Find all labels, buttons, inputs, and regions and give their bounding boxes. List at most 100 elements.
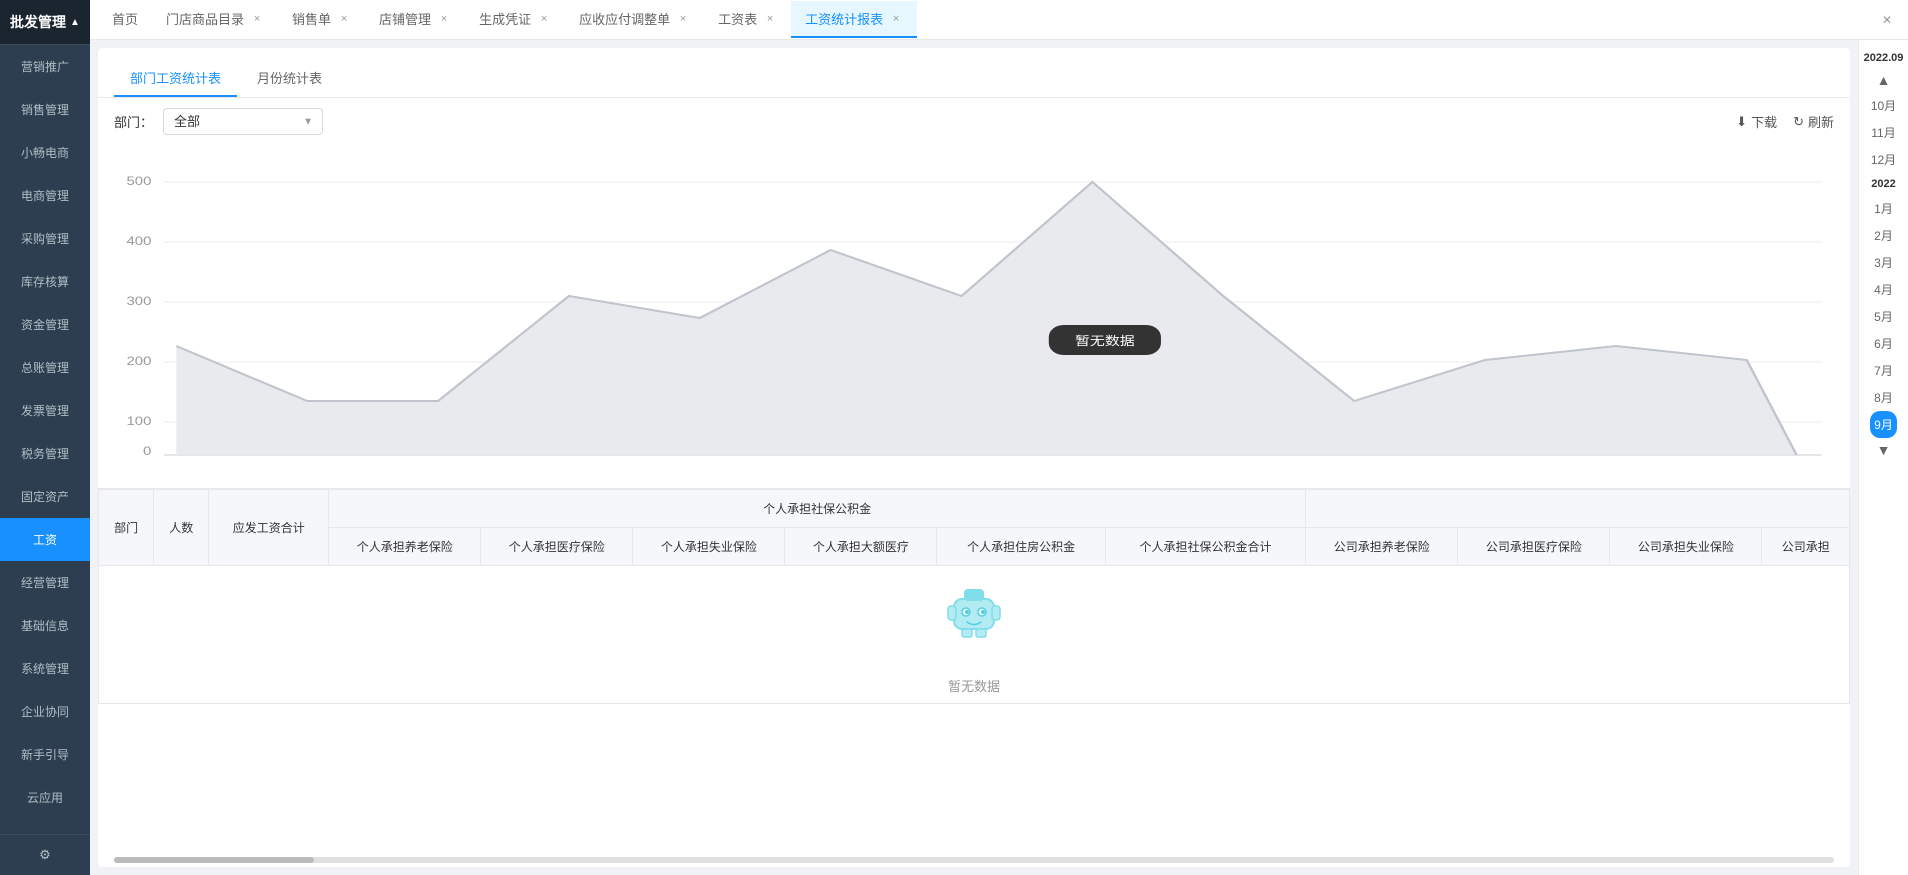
svg-text:400: 400: [126, 234, 151, 247]
tabs-container: 首页门店商品目录×销售单×店铺管理×生成凭证×应收应付调整单×工资表×工资统计报…: [98, 1, 917, 38]
svg-text:300: 300: [126, 294, 151, 307]
tab-close-销售单[interactable]: ×: [337, 12, 351, 26]
chart-svg: 500 400 300 200 100 0: [114, 155, 1834, 475]
tab-首页[interactable]: 首页: [98, 1, 152, 38]
sidebar-item-总账管理[interactable]: 总账管理: [0, 346, 90, 389]
timeline-6月[interactable]: 6月: [1866, 330, 1901, 357]
dept-select[interactable]: 全部: [163, 108, 323, 135]
sidebar-item-系统管理[interactable]: 系统管理: [0, 647, 90, 690]
timeline-1月[interactable]: 1月: [1866, 195, 1901, 222]
sidebar-item-发票管理[interactable]: 发票管理: [0, 389, 90, 432]
chart-area: 500 400 300 200 100 0: [98, 145, 1850, 488]
tab-工资表[interactable]: 工资表×: [704, 1, 791, 38]
sidebar-item-销售管理[interactable]: 销售管理: [0, 88, 90, 131]
tab-应收应付调整单[interactable]: 应收应付调整单×: [565, 1, 704, 38]
download-button[interactable]: ⬇ 下载: [1736, 112, 1777, 131]
sidebar-item-营销推广[interactable]: 营销推广: [0, 45, 90, 88]
timeline-5月[interactable]: 5月: [1866, 303, 1901, 330]
sidebar-collapse-icon: ▲: [70, 17, 80, 28]
tab-close-应收应付调整单[interactable]: ×: [676, 12, 690, 26]
sidebar-item-经营管理[interactable]: 经营管理: [0, 561, 90, 604]
table-area[interactable]: 部门 人数 应发工资合计 个人承担社保公积金 个人承担养老保险 个人承担医疗保险…: [98, 488, 1850, 853]
timeline-entries: 10月11月12月20221月2月3月4月5月6月7月8月9月: [1866, 92, 1901, 438]
tab-销售单[interactable]: 销售单×: [278, 1, 365, 38]
timeline-down-nav[interactable]: ▼: [1873, 438, 1895, 462]
svg-text:200: 200: [126, 354, 151, 367]
tab-门店商品目录[interactable]: 门店商品目录×: [152, 1, 278, 38]
timeline-7月[interactable]: 7月: [1866, 357, 1901, 384]
svg-text:100: 100: [126, 414, 151, 427]
toolbar-right: ⬇ 下载 ↻ 刷新: [1736, 112, 1834, 131]
tab-bar: 首页门店商品目录×销售单×店铺管理×生成凭证×应收应付调整单×工资表×工资统计报…: [90, 0, 1908, 40]
empty-state-icon: [934, 574, 1014, 654]
no-data-text: 暂无数据: [107, 676, 1841, 695]
sidebar-item-小畅电商[interactable]: 小畅电商: [0, 131, 90, 174]
sidebar-item-采购管理[interactable]: 采购管理: [0, 217, 90, 260]
table-header: 部门 人数 应发工资合计 个人承担社保公积金 个人承担养老保险 个人承担医疗保险…: [99, 490, 1850, 566]
col-c-medical: 公司承担医疗保险: [1458, 528, 1610, 566]
close-all-icon: ✕: [1882, 13, 1892, 27]
col-c-unemploy: 公司承担失业保险: [1610, 528, 1762, 566]
sidebar-item-基础信息[interactable]: 基础信息: [0, 604, 90, 647]
tab-close-门店商品目录[interactable]: ×: [250, 12, 264, 26]
timeline-top-label: 2022.09: [1859, 48, 1908, 68]
svg-text:暂无数据: 暂无数据: [1075, 334, 1135, 347]
col-personal-social: 个人承担社保公积金: [329, 490, 1306, 528]
right-timeline-panel: 2022.09 ▲ 10月11月12月20221月2月3月4月5月6月7月8月9…: [1858, 40, 1908, 875]
tab-close-工资表[interactable]: ×: [763, 12, 777, 26]
tab-close-店铺管理[interactable]: ×: [437, 12, 451, 26]
col-p-pension: 个人承担养老保险: [329, 528, 481, 566]
settings-icon: ⚙: [39, 847, 51, 862]
col-total-wage: 应发工资合计: [209, 490, 329, 566]
tab-month-stat[interactable]: 月份统计表: [241, 60, 338, 97]
sidebar-settings[interactable]: ⚙: [0, 834, 90, 875]
timeline-9月[interactable]: 9月: [1870, 411, 1897, 438]
sidebar-item-电商管理[interactable]: 电商管理: [0, 174, 90, 217]
tab-店铺管理[interactable]: 店铺管理×: [365, 1, 465, 38]
tab-工资统计报表[interactable]: 工资统计报表×: [791, 1, 917, 38]
refresh-button[interactable]: ↻ 刷新: [1793, 112, 1834, 131]
timeline-up-nav[interactable]: ▲: [1873, 68, 1895, 92]
tab-dept-stat[interactable]: 部门工资统计表: [114, 60, 237, 97]
sidebar-item-资金管理[interactable]: 资金管理: [0, 303, 90, 346]
sidebar-header[interactable]: 批发管理 ▲: [0, 0, 90, 45]
col-company-social: [1306, 490, 1850, 528]
sidebar-item-库存核算[interactable]: 库存核算: [0, 260, 90, 303]
sidebar-title: 批发管理: [10, 12, 66, 32]
data-table: 部门 人数 应发工资合计 个人承担社保公积金 个人承担养老保险 个人承担医疗保险…: [98, 489, 1850, 704]
sidebar-item-云应用[interactable]: 云应用: [0, 776, 90, 819]
sidebar: 批发管理 ▲ 营销推广销售管理小畅电商电商管理采购管理库存核算资金管理总账管理发…: [0, 0, 90, 875]
timeline-8月[interactable]: 8月: [1866, 384, 1901, 411]
timeline-12月[interactable]: 12月: [1866, 146, 1901, 173]
inner-panel: 部门工资统计表 月份统计表 部门： 全部 ▼: [98, 48, 1850, 867]
sidebar-item-企业协同[interactable]: 企业协同: [0, 690, 90, 733]
toolbar: 部门： 全部 ▼ ⬇ 下载 ↻ 刷新: [98, 98, 1850, 145]
col-p-unemploy: 个人承担失业保险: [633, 528, 785, 566]
col-c-pension: 公司承担养老保险: [1306, 528, 1458, 566]
toolbar-left: 部门： 全部 ▼: [114, 108, 323, 135]
tab-生成凭证[interactable]: 生成凭证×: [465, 1, 565, 38]
close-all-tabs[interactable]: ✕: [1874, 9, 1900, 31]
timeline-3月[interactable]: 3月: [1866, 249, 1901, 276]
svg-text:0: 0: [143, 444, 151, 457]
table-body: 暂无数据: [99, 566, 1850, 704]
scroll-thumb: [114, 857, 314, 863]
timeline-4月[interactable]: 4月: [1866, 276, 1901, 303]
col-p-major-medical: 个人承担大额医疗: [785, 528, 937, 566]
timeline-2022[interactable]: 2022: [1866, 173, 1901, 195]
sidebar-items-container: 营销推广销售管理小畅电商电商管理采购管理库存核算资金管理总账管理发票管理税务管理…: [0, 45, 90, 819]
scroll-indicator[interactable]: [114, 857, 1834, 863]
tab-close-生成凭证[interactable]: ×: [537, 12, 551, 26]
svg-text:500: 500: [126, 174, 151, 187]
col-count: 人数: [154, 490, 209, 566]
sidebar-item-固定资产[interactable]: 固定资产: [0, 475, 90, 518]
timeline-10月[interactable]: 10月: [1866, 92, 1901, 119]
timeline-2月[interactable]: 2月: [1866, 222, 1901, 249]
no-data-cell: 暂无数据: [99, 566, 1850, 704]
sidebar-item-新手引导[interactable]: 新手引导: [0, 733, 90, 776]
sidebar-item-工资[interactable]: 工资: [0, 518, 90, 561]
tab-close-工资统计报表[interactable]: ×: [889, 12, 903, 26]
main-content: 首页门店商品目录×销售单×店铺管理×生成凭证×应收应付调整单×工资表×工资统计报…: [90, 0, 1908, 875]
sidebar-item-税务管理[interactable]: 税务管理: [0, 432, 90, 475]
timeline-11月[interactable]: 11月: [1866, 119, 1901, 146]
